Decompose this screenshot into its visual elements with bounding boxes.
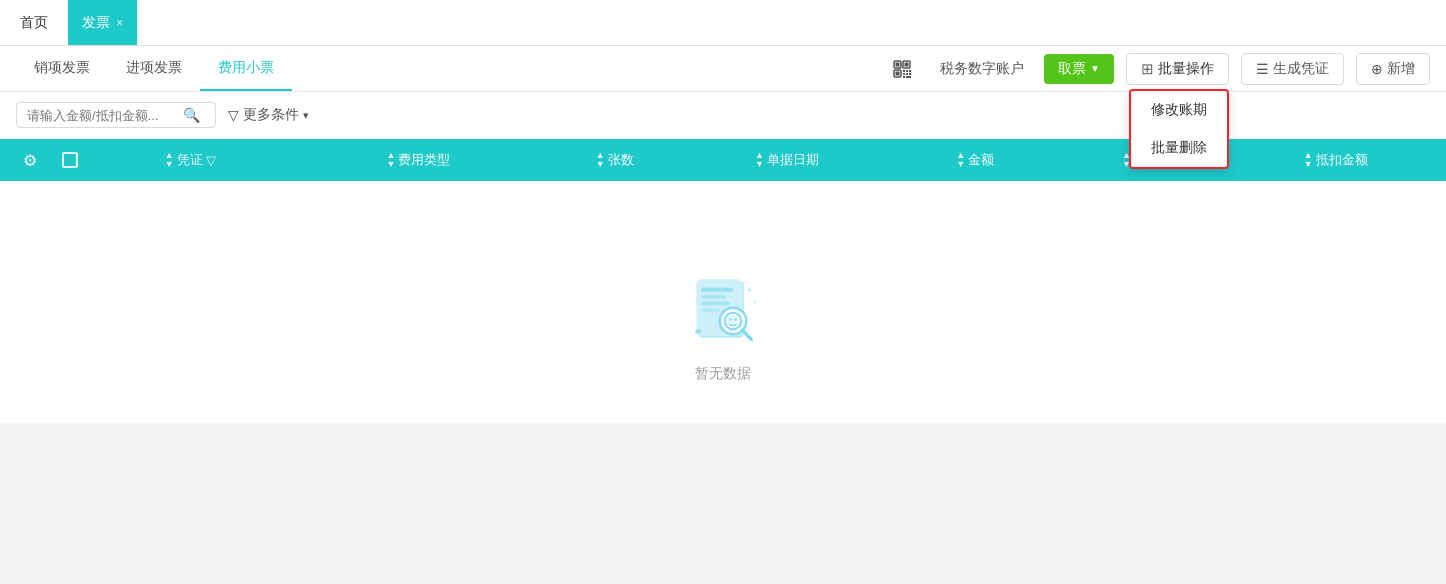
svg-rect-13 — [906, 76, 911, 78]
more-conditions-label: 更多条件 — [243, 106, 299, 124]
search-input[interactable] — [27, 108, 177, 123]
svg-rect-5 — [896, 71, 900, 75]
batch-op-icon: ⊞ — [1141, 60, 1154, 78]
new-button[interactable]: ⊕ 新增 — [1356, 53, 1430, 85]
nav-tab-label: 发票 — [82, 14, 110, 32]
dropdown-item-modify-period[interactable]: 修改账期 — [1131, 91, 1227, 129]
svg-rect-18 — [701, 295, 726, 298]
new-label: 新增 — [1387, 60, 1415, 78]
table-header: ⚙ ▲▼ 凭证 ▽ ▲▼ 费用类型 ▲▼ 张数 ▲▼ 单据日期 ▲▼ 金额 ▲▼… — [0, 139, 1446, 181]
empty-icon: ✦ ✦ ✦ — [673, 261, 773, 351]
gen-voucher-label: 生成凭证 — [1273, 60, 1329, 78]
svg-text:✦: ✦ — [752, 299, 757, 305]
filter-icon: ▽ — [228, 107, 239, 123]
svg-rect-19 — [701, 302, 730, 305]
tab-expense[interactable]: 费用小票 — [200, 46, 292, 91]
sub-tabs-left: 销项发票 进项发票 费用小票 — [16, 46, 292, 91]
th-amount: ▲▼ 金额 — [889, 151, 1061, 169]
tab-purchase[interactable]: 进项发票 — [108, 46, 200, 91]
tab-sales[interactable]: 销项发票 — [16, 46, 108, 91]
th-amount-sort-icon: ▲▼ — [956, 151, 965, 169]
new-icon: ⊕ — [1371, 61, 1383, 77]
sub-tabs-right: 税务数字账户 取票 ▼ ⊞ 批量操作 修改账期 批量删除 ☰ 生成凭证 ⊕ 新增 — [884, 53, 1430, 85]
th-checkbox[interactable] — [52, 152, 88, 168]
batch-op-label: 批量操作 — [1158, 60, 1214, 78]
svg-rect-7 — [906, 70, 908, 72]
th-expense-type-sort-icon: ▲▼ — [387, 151, 396, 169]
search-input-wrap[interactable]: 🔍 — [16, 102, 216, 128]
svg-rect-9 — [906, 73, 908, 75]
empty-state: ✦ ✦ ✦ 暂无数据 — [0, 181, 1446, 423]
th-date: ▲▼ 单据日期 — [685, 151, 889, 169]
take-ticket-label: 取票 — [1058, 60, 1086, 78]
more-conditions-button[interactable]: ▽ 更多条件 ▾ — [228, 106, 309, 124]
th-count-sort-icon: ▲▼ — [596, 151, 605, 169]
sub-tabs-bar: 销项发票 进项发票 费用小票 — [0, 46, 1446, 92]
th-settings[interactable]: ⚙ — [8, 151, 52, 170]
svg-rect-3 — [905, 62, 909, 66]
nav-tab-invoice[interactable]: 发票 × — [68, 0, 137, 45]
svg-rect-6 — [903, 70, 905, 72]
svg-rect-10 — [909, 70, 911, 72]
svg-rect-17 — [701, 288, 733, 292]
top-nav: 首页 发票 × — [0, 0, 1446, 46]
empty-text: 暂无数据 — [695, 365, 751, 383]
nav-home[interactable]: 首页 — [0, 0, 68, 45]
batch-op-dropdown: 修改账期 批量删除 — [1129, 89, 1229, 169]
svg-rect-11 — [909, 73, 911, 75]
gen-voucher-icon: ☰ — [1256, 61, 1269, 77]
th-amount-label: 金额 — [968, 151, 994, 169]
checkbox-icon — [62, 152, 78, 168]
qr-icon — [892, 59, 912, 79]
svg-point-25 — [734, 318, 737, 321]
batch-op-button[interactable]: ⊞ 批量操作 — [1126, 53, 1229, 85]
th-count: ▲▼ 张数 — [545, 151, 685, 169]
th-deduct-amount-sort-icon: ▲▼ — [1304, 151, 1313, 169]
th-date-label: 单据日期 — [767, 151, 819, 169]
tax-account-button[interactable]: 税务数字账户 — [932, 56, 1032, 82]
th-voucher-label: 凭证 — [177, 151, 203, 169]
svg-point-22 — [725, 313, 742, 330]
svg-rect-12 — [903, 76, 905, 78]
svg-point-24 — [729, 318, 732, 321]
th-count-label: 张数 — [608, 151, 634, 169]
search-icon: 🔍 — [183, 107, 200, 123]
th-voucher-extra-icon: ▽ — [206, 153, 216, 168]
filter-bar: 🔍 ▽ 更多条件 ▾ — [0, 92, 1446, 139]
take-ticket-arrow: ▼ — [1090, 63, 1100, 74]
th-deduct-amount: ▲▼ 抵扣金额 — [1234, 151, 1438, 169]
settings-icon: ⚙ — [23, 151, 37, 170]
svg-text:✦: ✦ — [746, 286, 753, 296]
th-expense-type-label: 费用类型 — [398, 151, 450, 169]
th-voucher: ▲▼ 凭证 ▽ — [88, 151, 292, 169]
th-deduct-amount-label: 抵扣金额 — [1316, 151, 1368, 169]
chevron-down-icon: ▾ — [303, 109, 309, 122]
svg-rect-8 — [903, 73, 905, 75]
dropdown-item-batch-delete[interactable]: 批量删除 — [1131, 129, 1227, 167]
take-ticket-button[interactable]: 取票 ▼ — [1044, 54, 1114, 84]
th-date-sort-icon: ▲▼ — [755, 151, 764, 169]
svg-text:✦: ✦ — [741, 279, 747, 286]
svg-rect-20 — [701, 309, 719, 312]
th-expense-type: ▲▼ 费用类型 — [292, 151, 544, 169]
nav-tab-close[interactable]: × — [116, 16, 123, 30]
qr-icon-button[interactable] — [884, 55, 920, 83]
svg-rect-1 — [896, 62, 900, 66]
gen-voucher-button[interactable]: ☰ 生成凭证 — [1241, 53, 1344, 85]
th-voucher-sort-icon: ▲▼ — [165, 151, 174, 169]
batch-op-container: ⊞ 批量操作 修改账期 批量删除 — [1126, 53, 1229, 85]
